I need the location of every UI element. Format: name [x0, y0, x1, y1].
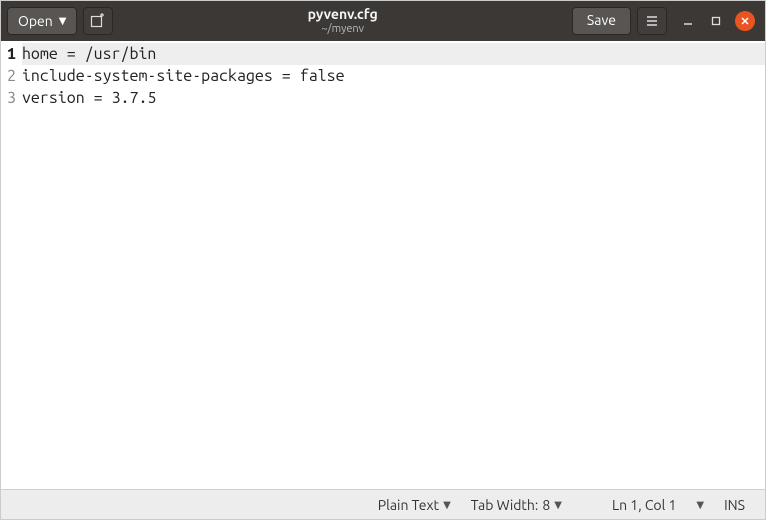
minimize-icon	[683, 16, 693, 26]
editor-line: version = 3.7.5	[22, 87, 765, 109]
cursor-position: Ln 1, Col 1	[602, 497, 686, 513]
insert-mode-label: INS	[724, 497, 745, 513]
line-number: 3	[7, 87, 16, 109]
editor-line: home = /usr/bin	[22, 43, 765, 65]
new-tab-icon	[90, 13, 106, 29]
editor-area[interactable]: 1 2 3 home = /usr/bin include-system-sit…	[1, 41, 765, 489]
insert-mode[interactable]: INS	[714, 497, 755, 513]
file-name: pyvenv.cfg	[308, 7, 378, 22]
chevron-down-icon: ▼	[696, 499, 704, 511]
close-icon	[740, 16, 750, 26]
chevron-down-icon: ▼	[554, 499, 562, 511]
editor-line: include-system-site-packages = false	[22, 65, 765, 87]
text-content[interactable]: home = /usr/bin include-system-site-pack…	[20, 41, 765, 489]
save-label: Save	[587, 12, 616, 28]
save-button[interactable]: Save	[572, 7, 631, 35]
minimize-button[interactable]	[679, 12, 697, 30]
syntax-selector[interactable]: Plain Text ▼	[368, 497, 461, 513]
gedit-window: Open ▼ pyvenv.cfg ~/myenv Save	[0, 0, 766, 520]
chevron-down-icon: ▼	[59, 15, 67, 27]
hamburger-menu-button[interactable]	[637, 7, 667, 35]
open-label: Open	[18, 13, 53, 29]
syntax-label: Plain Text	[378, 497, 439, 513]
tab-width-selector[interactable]: Tab Width: 8 ▼	[461, 497, 572, 513]
title-area: pyvenv.cfg ~/myenv	[113, 7, 571, 34]
maximize-button[interactable]	[707, 12, 725, 30]
file-path: ~/myenv	[321, 23, 364, 35]
titlebar: Open ▼ pyvenv.cfg ~/myenv Save	[1, 1, 765, 41]
line-number: 2	[7, 65, 16, 87]
line-number: 1	[7, 43, 16, 65]
statusbar-menu[interactable]: ▼	[686, 499, 714, 511]
tab-width-value: 8	[542, 497, 550, 513]
chevron-down-icon: ▼	[443, 499, 451, 511]
close-button[interactable]	[735, 11, 755, 31]
tab-width-label: Tab Width:	[471, 497, 539, 513]
open-button[interactable]: Open ▼	[7, 7, 77, 35]
hamburger-icon	[645, 14, 659, 28]
statusbar: Plain Text ▼ Tab Width: 8 ▼ Ln 1, Col 1 …	[1, 489, 765, 519]
maximize-icon	[711, 16, 721, 26]
position-label: Ln 1, Col 1	[612, 497, 676, 513]
new-document-button[interactable]	[83, 7, 113, 35]
line-number-gutter: 1 2 3	[1, 41, 20, 489]
window-controls	[679, 11, 755, 31]
